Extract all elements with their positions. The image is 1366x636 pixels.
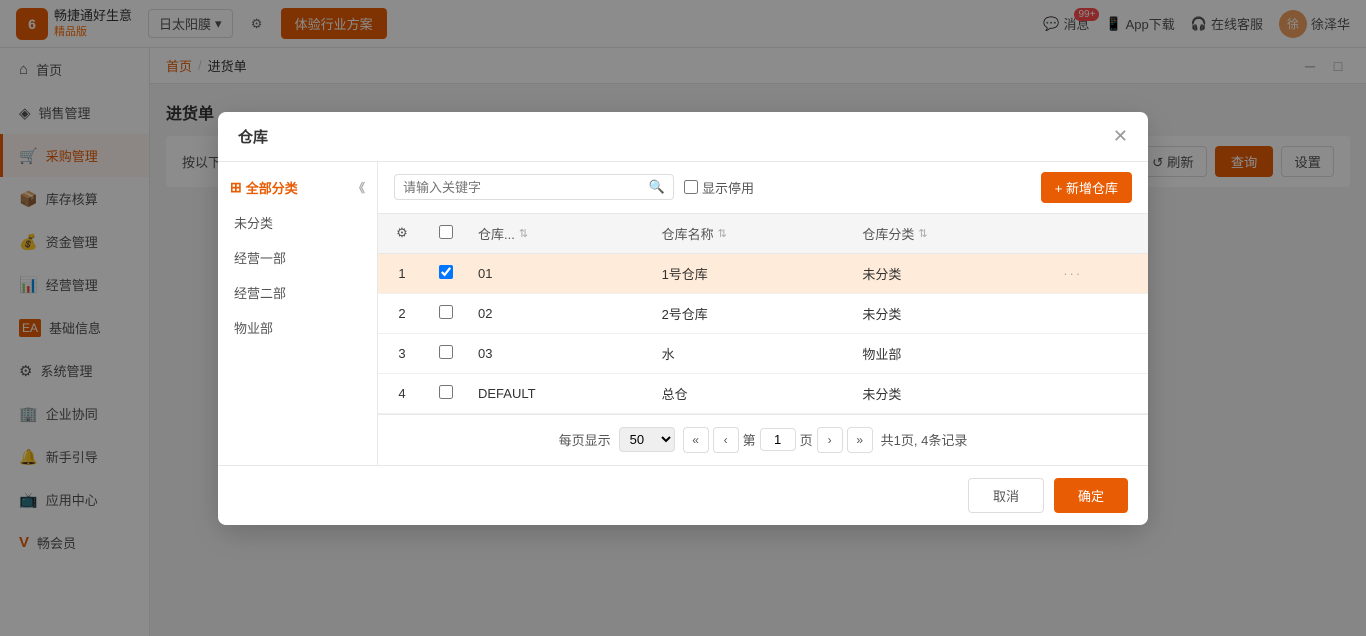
col-header-name: 仓库名称 ⇅ [650,214,851,254]
row-checkbox[interactable] [439,265,453,279]
row-more[interactable] [1051,333,1148,373]
total-info: 共1页, 4条记录 [881,430,968,449]
row-code: 02 [466,293,650,333]
row-checkbox[interactable] [439,385,453,399]
col-code-label: 仓库... [478,224,515,243]
row-more[interactable] [1051,373,1148,413]
pagination-bar: 每页显示 50 100 « ‹ 第 页 › » 共1页, 4条记录 [378,414,1148,465]
col-header-settings[interactable]: ⚙ [378,214,426,254]
table-body: 1 01 1号仓库 未分类 ··· 2 02 2号仓库 未分类 3 03 水 物… [378,253,1148,413]
row-checkbox[interactable] [439,305,453,319]
col-header-action [1051,214,1148,254]
row-index: 2 [378,293,426,333]
page-size-label: 每页显示 [559,430,611,449]
row-category: 未分类 [850,253,1051,293]
row-code: DEFAULT [466,373,650,413]
modal-title: 仓库 [238,126,268,147]
row-category: 物业部 [850,333,1051,373]
col-name-label: 仓库名称 [662,224,714,243]
row-code: 01 [466,253,650,293]
show-disabled-checkbox[interactable] [684,180,698,194]
first-page-button[interactable]: « [683,427,709,453]
page-suffix: 页 [800,430,813,449]
category-panel: ⊞ 全部分类 《 未分类 经营一部 经营二部 物业部 [218,162,378,465]
table-row[interactable]: 4 DEFAULT 总仓 未分类 [378,373,1148,413]
sort-name-icon[interactable]: ⇅ [718,227,727,240]
col-header-code: 仓库... ⇅ [466,214,650,254]
col-header-category: 仓库分类 ⇅ [850,214,1051,254]
page-size-select[interactable]: 50 100 [619,427,675,452]
sort-code-icon[interactable]: ⇅ [519,227,528,240]
new-warehouse-button[interactable]: + 新增仓库 [1041,172,1132,203]
col-category-label: 仓库分类 [862,224,914,243]
modal-overlay: 仓库 ✕ ⊞ 全部分类 《 未分类 经营一部 [0,0,1366,636]
show-disabled-label[interactable]: 显示停用 [684,178,754,197]
row-code: 03 [466,333,650,373]
row-more[interactable] [1051,293,1148,333]
warehouse-table: ⚙ 仓库... ⇅ [378,214,1148,414]
table-panel: 🔍 显示停用 + 新增仓库 ⚙ [378,162,1148,465]
page-prefix: 第 [743,430,756,449]
table-toolbar: 🔍 显示停用 + 新增仓库 [378,162,1148,214]
page-number-input[interactable] [760,428,796,451]
col-header-check [426,214,466,254]
table-header-row: ⚙ 仓库... ⇅ [378,214,1148,254]
category-item-dept1[interactable]: 经营一部 [218,240,377,275]
category-header[interactable]: ⊞ 全部分类 《 [218,170,377,205]
modal-body: ⊞ 全部分类 《 未分类 经营一部 经营二部 物业部 [218,162,1148,465]
row-checkbox[interactable] [439,345,453,359]
cancel-button[interactable]: 取消 [968,478,1044,513]
row-name: 总仓 [650,373,851,413]
row-checkbox-cell [426,253,466,293]
row-index: 3 [378,333,426,373]
row-more[interactable]: ··· [1051,253,1148,293]
search-input[interactable] [403,180,643,195]
category-item-dept2[interactable]: 经营二部 [218,275,377,310]
row-name: 1号仓库 [650,253,851,293]
category-item-property[interactable]: 物业部 [218,310,377,345]
row-index: 4 [378,373,426,413]
next-page-button[interactable]: › [817,427,843,453]
sort-category-icon[interactable]: ⇅ [918,227,927,240]
select-all-checkbox[interactable] [439,225,453,239]
last-page-button[interactable]: » [847,427,873,453]
search-box: 🔍 [394,174,674,200]
page-nav: « ‹ 第 页 › » [683,427,873,453]
category-all-label: 全部分类 [246,178,298,197]
modal-footer: 取消 确定 [218,465,1148,525]
row-name: 水 [650,333,851,373]
more-button[interactable]: ··· [1063,266,1082,281]
grid-icon: ⊞ [230,179,242,196]
data-table-wrapper: ⚙ 仓库... ⇅ [378,214,1148,414]
row-category: 未分类 [850,293,1051,333]
row-category: 未分类 [850,373,1051,413]
category-item-unclassified[interactable]: 未分类 [218,205,377,240]
row-checkbox-cell [426,333,466,373]
table-row[interactable]: 3 03 水 物业部 [378,333,1148,373]
table-row[interactable]: 2 02 2号仓库 未分类 [378,293,1148,333]
modal-close-button[interactable]: ✕ [1113,127,1128,145]
modal-header: 仓库 ✕ [218,112,1148,162]
prev-page-button[interactable]: ‹ [713,427,739,453]
search-icon[interactable]: 🔍 [649,179,665,195]
warehouse-modal: 仓库 ✕ ⊞ 全部分类 《 未分类 经营一部 [218,112,1148,525]
row-checkbox-cell [426,373,466,413]
row-index: 1 [378,253,426,293]
confirm-button[interactable]: 确定 [1054,478,1128,513]
row-checkbox-cell [426,293,466,333]
row-name: 2号仓库 [650,293,851,333]
collapse-icon[interactable]: 《 [353,179,365,196]
table-row[interactable]: 1 01 1号仓库 未分类 ··· [378,253,1148,293]
